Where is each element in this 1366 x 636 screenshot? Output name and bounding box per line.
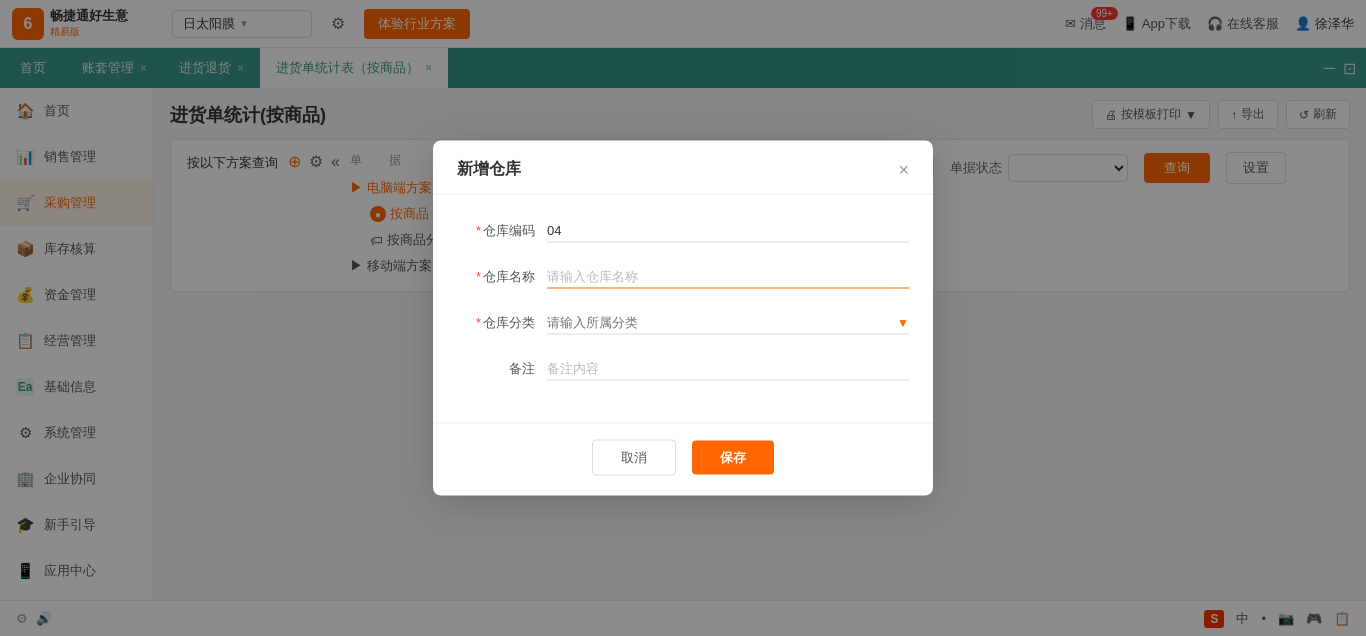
modal-body: 仓库编码 仓库名称 仓库分类 ▼ 备注	[433, 195, 933, 423]
form-row-warehouse-code: 仓库编码	[457, 219, 909, 243]
warehouse-category-select-row[interactable]: ▼	[547, 311, 909, 335]
warehouse-code-input[interactable]	[547, 219, 909, 243]
form-row-warehouse-category: 仓库分类 ▼	[457, 311, 909, 335]
save-button[interactable]: 保存	[692, 441, 774, 475]
category-dropdown-icon: ▼	[897, 315, 909, 329]
remark-label: 备注	[457, 360, 547, 378]
warehouse-category-label: 仓库分类	[457, 314, 547, 332]
modal-title: 新增仓库	[457, 159, 521, 180]
cancel-button[interactable]: 取消	[592, 440, 676, 476]
warehouse-name-input[interactable]	[547, 265, 909, 289]
form-row-remark: 备注	[457, 357, 909, 381]
form-row-warehouse-name: 仓库名称	[457, 265, 909, 289]
modal-header: 新增仓库 ×	[433, 141, 933, 195]
warehouse-code-label: 仓库编码	[457, 222, 547, 240]
modal-footer: 取消 保存	[433, 423, 933, 496]
new-warehouse-modal: 新增仓库 × 仓库编码 仓库名称 仓库分类 ▼ 备注 取消 保存	[433, 141, 933, 496]
warehouse-name-label: 仓库名称	[457, 268, 547, 286]
warehouse-category-input[interactable]	[547, 315, 897, 330]
remark-input[interactable]	[547, 357, 909, 381]
modal-close-button[interactable]: ×	[898, 160, 909, 178]
